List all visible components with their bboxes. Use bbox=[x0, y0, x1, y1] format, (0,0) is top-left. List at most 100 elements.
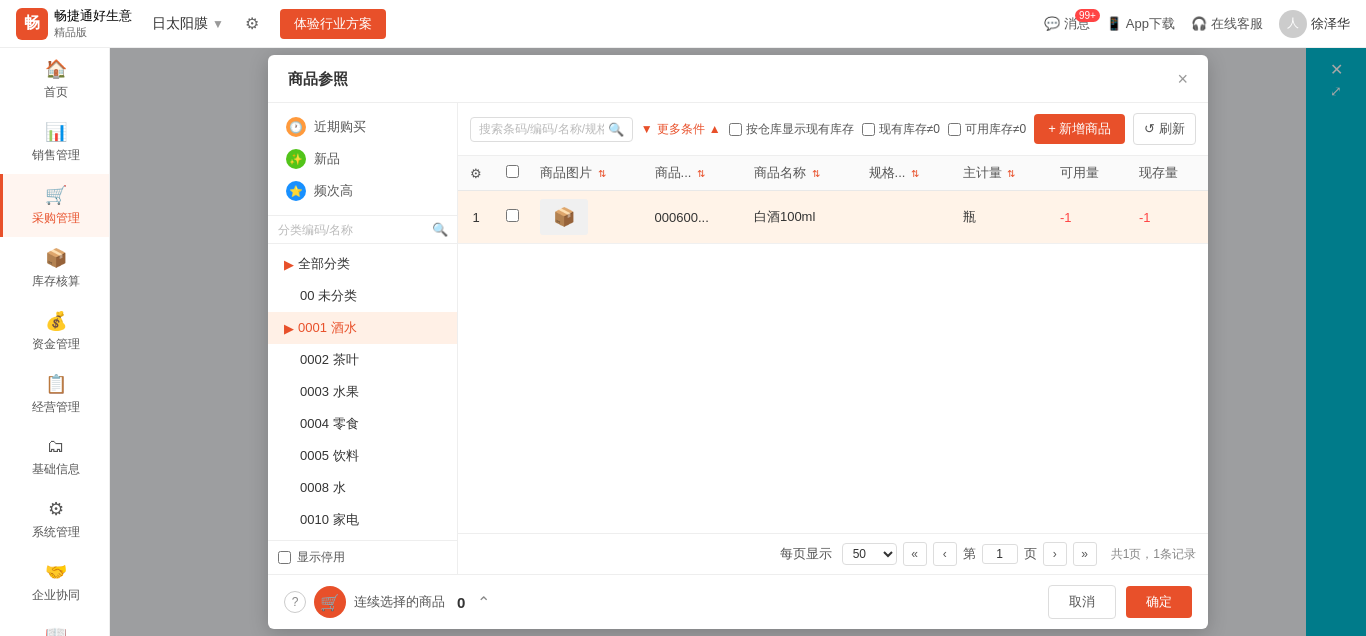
check-available-label[interactable]: 可用库存≠0 bbox=[948, 121, 1026, 138]
cat-item-unclassified[interactable]: 00 未分类 bbox=[268, 280, 457, 312]
sidebar-item-home[interactable]: 🏠 首页 bbox=[0, 48, 109, 111]
product-table-wrap: ⚙ 商品图片 ⇅ bbox=[458, 156, 1208, 533]
help-button[interactable]: ? bbox=[284, 591, 306, 613]
th-stock: 现存量 bbox=[1129, 156, 1208, 191]
sidebar-item-operations[interactable]: 📋 经营管理 bbox=[0, 363, 109, 426]
collapse-up-button[interactable]: ⌃ bbox=[477, 593, 490, 612]
product-search-icon[interactable]: 🔍 bbox=[608, 122, 624, 137]
enterprise-icon: 🤝 bbox=[45, 561, 67, 583]
cat-item-tea[interactable]: 0002 茶叶 bbox=[268, 344, 457, 376]
guide-icon: 📖 bbox=[45, 624, 67, 636]
page-size-select[interactable]: 50 10 20 100 bbox=[842, 543, 897, 565]
quick-filter-recent[interactable]: 🕐 近期购买 bbox=[278, 111, 447, 143]
add-product-button[interactable]: + 新增商品 bbox=[1034, 114, 1125, 144]
th-spec[interactable]: 规格... ⇅ bbox=[859, 156, 953, 191]
system-icon: ⚙ bbox=[48, 498, 64, 520]
cat-item-liquor[interactable]: ▶ 0001 酒水 bbox=[268, 312, 457, 344]
sidebar-item-sales[interactable]: 📊 销售管理 bbox=[0, 111, 109, 174]
phone-icon: 📱 bbox=[1106, 16, 1122, 31]
navbar: 畅 畅捷通好生意 精品版 日太阳膜 ▼ ⚙ 体验行业方案 💬 消息 99+ 📱 … bbox=[0, 0, 1366, 48]
trial-button[interactable]: 体验行业方案 bbox=[280, 9, 386, 39]
modal-body: 🕐 近期购买 ✨ 新品 ⭐ 频次高 bbox=[268, 103, 1208, 574]
first-page-button[interactable]: « bbox=[903, 542, 927, 566]
cat-item-fruit[interactable]: 0003 水果 bbox=[268, 376, 457, 408]
show-disabled-label[interactable]: 显示停用 bbox=[278, 549, 447, 566]
refresh-button[interactable]: ↺ 刷新 bbox=[1133, 113, 1196, 145]
cat-label-unclassified: 00 未分类 bbox=[300, 287, 357, 305]
sidebar-item-basic[interactable]: 🗂 基础信息 bbox=[0, 426, 109, 488]
check-nonzero-text: 现有库存≠0 bbox=[879, 121, 940, 138]
td-available: -1 bbox=[1050, 191, 1129, 244]
th-unit[interactable]: 主计量 ⇅ bbox=[953, 156, 1050, 191]
more-filters-button[interactable]: ▼ 更多条件 ▲ bbox=[641, 121, 721, 138]
settings-button[interactable]: ⚙ bbox=[236, 8, 268, 40]
sidebar-item-guide[interactable]: 📖 新手引导 bbox=[0, 614, 109, 636]
freq-icon: ⭐ bbox=[286, 181, 306, 201]
page-number-input[interactable] bbox=[982, 544, 1018, 564]
cat-label-drinks: 0005 饮料 bbox=[300, 447, 359, 465]
product-image: 📦 bbox=[540, 199, 588, 235]
sidebar-item-inventory[interactable]: 📦 库存核算 bbox=[0, 237, 109, 300]
category-search-input[interactable] bbox=[278, 223, 428, 237]
row-checkbox[interactable] bbox=[506, 209, 519, 222]
message-button[interactable]: 💬 消息 99+ bbox=[1044, 15, 1090, 33]
sidebar-item-system[interactable]: ⚙ 系统管理 bbox=[0, 488, 109, 551]
cancel-button[interactable]: 取消 bbox=[1048, 585, 1116, 619]
headset-icon: 🎧 bbox=[1191, 16, 1207, 31]
cat-label-appliances: 0010 家电 bbox=[300, 511, 359, 529]
table-header-row: ⚙ 商品图片 ⇅ bbox=[458, 156, 1208, 191]
cat-item-appliances[interactable]: 0010 家电 bbox=[268, 504, 457, 536]
prev-page-button[interactable]: ‹ bbox=[933, 542, 957, 566]
cat-item-water[interactable]: 0008 水 bbox=[268, 472, 457, 504]
sidebar-label-enterprise: 企业协同 bbox=[32, 587, 80, 604]
store-selector[interactable]: 日太阳膜 ▼ bbox=[152, 15, 224, 33]
cat-label-all: 全部分类 bbox=[298, 255, 350, 273]
confirm-button[interactable]: 确定 bbox=[1126, 586, 1192, 618]
cat-item-all[interactable]: ▶ 全部分类 bbox=[268, 248, 457, 280]
app-label: App下载 bbox=[1126, 15, 1175, 33]
modal-footer: ? 🛒 连续选择的商品 0 ⌃ 取消 确定 bbox=[268, 574, 1208, 629]
cat-item-snacks[interactable]: 0004 零食 bbox=[268, 408, 457, 440]
check-available[interactable] bbox=[948, 123, 961, 136]
cat-item-drinks[interactable]: 0005 饮料 bbox=[268, 440, 457, 472]
th-settings[interactable]: ⚙ bbox=[458, 156, 494, 191]
help-icon-symbol: ? bbox=[292, 595, 299, 609]
th-code[interactable]: 商品... ⇅ bbox=[645, 156, 744, 191]
th-image: 商品图片 ⇅ bbox=[530, 156, 645, 191]
user-menu[interactable]: 人 徐泽华 bbox=[1279, 10, 1350, 38]
new-icon: ✨ bbox=[286, 149, 306, 169]
check-warehouse-label[interactable]: 按仓库显示现有库存 bbox=[729, 121, 854, 138]
category-panel: 🕐 近期购买 ✨ 新品 ⭐ 频次高 bbox=[268, 103, 458, 574]
operations-icon: 📋 bbox=[45, 373, 67, 395]
td-unit: 瓶 bbox=[953, 191, 1050, 244]
show-disabled-checkbox[interactable] bbox=[278, 551, 291, 564]
th-name[interactable]: 商品名称 ⇅ bbox=[744, 156, 859, 191]
next-page-button[interactable]: › bbox=[1043, 542, 1067, 566]
check-warehouse[interactable] bbox=[729, 123, 742, 136]
sidebar-item-purchase[interactable]: 🛒 采购管理 bbox=[0, 174, 109, 237]
check-nonzero-label[interactable]: 现有库存≠0 bbox=[862, 121, 940, 138]
select-all-checkbox[interactable] bbox=[506, 165, 519, 178]
td-stock: -1 bbox=[1129, 191, 1208, 244]
quick-filter-new[interactable]: ✨ 新品 bbox=[278, 143, 447, 175]
cart-button[interactable]: 🛒 bbox=[314, 586, 346, 618]
app-download-button[interactable]: 📱 App下载 bbox=[1106, 15, 1175, 33]
sidebar-item-enterprise[interactable]: 🤝 企业协同 bbox=[0, 551, 109, 614]
modal-overlay: 商品参照 × 🕐 近期购买 ✨ bbox=[110, 48, 1366, 636]
logo-text-block: 畅捷通好生意 精品版 bbox=[54, 7, 132, 40]
quick-filter-freq[interactable]: ⭐ 频次高 bbox=[278, 175, 447, 207]
sidebar-label-system: 系统管理 bbox=[32, 524, 80, 541]
product-reference-modal: 商品参照 × 🕐 近期购买 ✨ bbox=[268, 55, 1208, 629]
online-service-button[interactable]: 🎧 在线客服 bbox=[1191, 15, 1263, 33]
check-nonzero[interactable] bbox=[862, 123, 875, 136]
sort-image-icon: ⇅ bbox=[598, 168, 606, 179]
sidebar-item-finance[interactable]: 💰 资金管理 bbox=[0, 300, 109, 363]
last-page-button[interactable]: » bbox=[1073, 542, 1097, 566]
td-checkbox[interactable] bbox=[494, 191, 530, 244]
product-search-input[interactable] bbox=[479, 122, 604, 136]
cat-expand-icon: ▶ bbox=[284, 257, 294, 272]
table-row[interactable]: 1 📦 000600... 白酒100ml bbox=[458, 191, 1208, 244]
modal-close-button[interactable]: × bbox=[1177, 69, 1188, 90]
category-search-icon[interactable]: 🔍 bbox=[432, 222, 448, 237]
cat-label-water: 0008 水 bbox=[300, 479, 346, 497]
